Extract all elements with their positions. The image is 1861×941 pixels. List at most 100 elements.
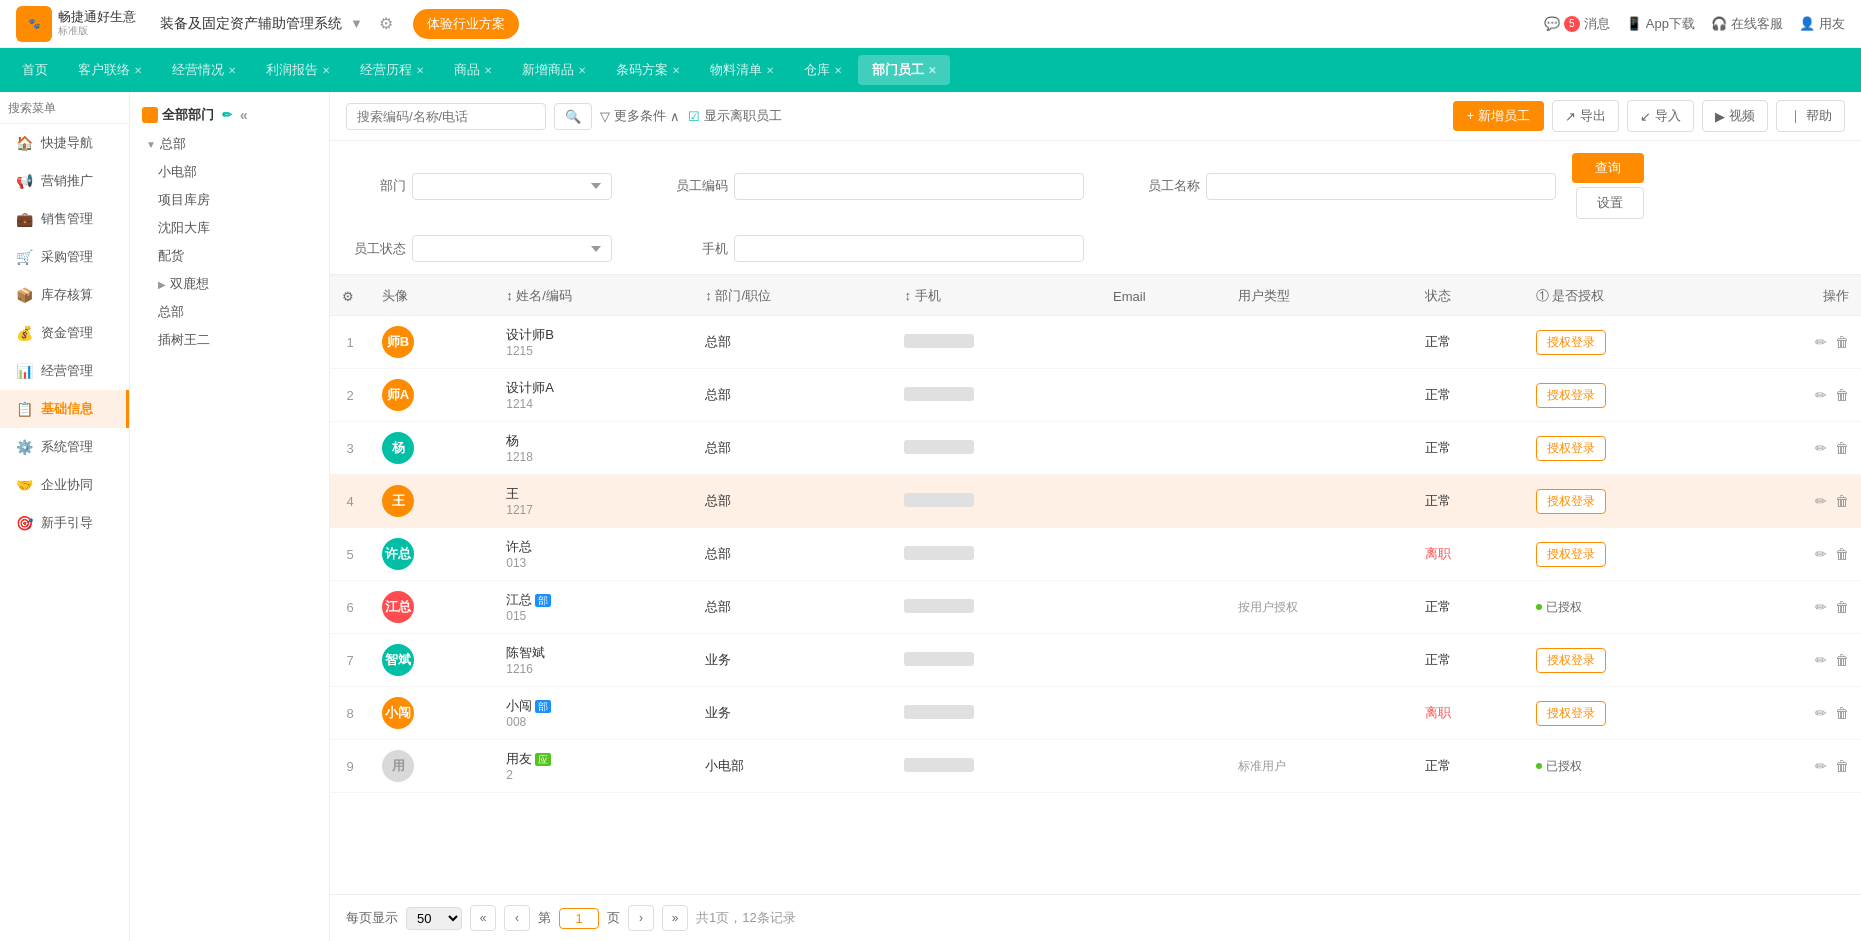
sidebar-item-inventory[interactable]: 📦 库存核算 xyxy=(0,276,129,314)
th-name[interactable]: ↕ 姓名/编码 xyxy=(494,277,693,316)
close-tab-profit[interactable]: ✕ xyxy=(322,65,330,76)
sidebar-item-guide[interactable]: 🎯 新手引导 xyxy=(0,504,129,542)
more-conditions-button[interactable]: ▽ 更多条件 ∧ xyxy=(600,107,680,125)
close-tab-barcode[interactable]: ✕ xyxy=(672,65,680,76)
tab-bom[interactable]: 物料清单✕ xyxy=(696,55,788,85)
close-tab-customer[interactable]: ✕ xyxy=(134,65,142,76)
sidebar-item-basic-info[interactable]: 📋 基础信息 xyxy=(0,390,129,428)
page-size-select[interactable]: 50 20 100 xyxy=(406,907,462,930)
sidebar-item-collab[interactable]: 🤝 企业协同 xyxy=(0,466,129,504)
th-settings[interactable]: ⚙ xyxy=(330,277,370,316)
dept-item-project[interactable]: 项目库房 xyxy=(138,186,321,214)
auth-button[interactable]: 授权登录 xyxy=(1536,436,1606,461)
tab-new-product[interactable]: 新增商品✕ xyxy=(508,55,600,85)
tab-profit[interactable]: 利润报告✕ xyxy=(252,55,344,85)
delete-button[interactable]: 🗑 xyxy=(1835,334,1849,350)
delete-button[interactable]: 🗑 xyxy=(1835,599,1849,615)
dept-filter-select[interactable] xyxy=(412,173,612,200)
edit-button[interactable]: ✏ xyxy=(1815,599,1827,615)
edit-button[interactable]: ✏ xyxy=(1815,705,1827,721)
query-button[interactable]: 查询 xyxy=(1572,153,1644,183)
edit-button[interactable]: ✏ xyxy=(1815,387,1827,403)
dept-item-chashuwang[interactable]: 插树王二 xyxy=(138,326,321,354)
sidebar-item-marketing[interactable]: 📢 营销推广 xyxy=(0,162,129,200)
sidebar-item-system[interactable]: ⚙️ 系统管理 xyxy=(0,428,129,466)
dept-item-xiaodibu[interactable]: 小电部 xyxy=(138,158,321,186)
import-button[interactable]: ↙ 导入 xyxy=(1627,100,1694,132)
close-tab-business[interactable]: ✕ xyxy=(416,65,424,76)
employee-name-input[interactable] xyxy=(1206,173,1556,200)
sidebar-search-input[interactable] xyxy=(8,101,130,115)
help-button[interactable]: ｜ 帮助 xyxy=(1776,100,1845,132)
edit-button[interactable]: ✏ xyxy=(1815,758,1827,774)
reset-button[interactable]: 设置 xyxy=(1576,187,1644,219)
close-tab-products[interactable]: ✕ xyxy=(484,65,492,76)
delete-button[interactable]: 🗑 xyxy=(1835,493,1849,509)
dept-item-distribution[interactable]: 配货 xyxy=(138,242,321,270)
user-item[interactable]: 👤 用友 xyxy=(1799,15,1845,33)
close-tab-new-product[interactable]: ✕ xyxy=(578,65,586,76)
trial-button[interactable]: 体验行业方案 xyxy=(413,9,519,39)
auth-button[interactable]: 授权登录 xyxy=(1536,648,1606,673)
tab-operations[interactable]: 经营情况✕ xyxy=(158,55,250,85)
tab-business[interactable]: 经营历程✕ xyxy=(346,55,438,85)
th-phone[interactable]: ↕ 手机 xyxy=(892,277,1101,316)
delete-button[interactable]: 🗑 xyxy=(1835,440,1849,456)
delete-button[interactable]: 🗑 xyxy=(1835,705,1849,721)
employee-code-input[interactable] xyxy=(734,173,1084,200)
auth-button[interactable]: 授权登录 xyxy=(1536,330,1606,355)
tab-products[interactable]: 商品✕ xyxy=(440,55,506,85)
tab-employees[interactable]: 部门员工✕ xyxy=(858,55,950,85)
phone-filter-input[interactable] xyxy=(734,235,1084,262)
dept-item-head[interactable]: ▼ 总部 xyxy=(138,130,321,158)
auth-button[interactable]: 授权登录 xyxy=(1536,489,1606,514)
auth-button[interactable]: 授权登录 xyxy=(1536,383,1606,408)
sidebar-item-purchase[interactable]: 🛒 采购管理 xyxy=(0,238,129,276)
status-filter-select[interactable] xyxy=(412,235,612,262)
tab-warehouse[interactable]: 仓库✕ xyxy=(790,55,856,85)
dept-item-headquarters[interactable]: 总部 xyxy=(138,298,321,326)
search-input[interactable] xyxy=(346,103,546,130)
delete-button[interactable]: 🗑 xyxy=(1835,758,1849,774)
show-departed-checkbox-label[interactable]: ☑ 显示离职员工 xyxy=(688,107,782,125)
sidebar-item-finance[interactable]: 💰 资金管理 xyxy=(0,314,129,352)
tab-home[interactable]: 首页 xyxy=(8,55,62,85)
dept-collapse-icon[interactable]: « xyxy=(240,107,248,123)
message-item[interactable]: 💬 5 消息 xyxy=(1544,15,1610,33)
sidebar-item-sales[interactable]: 💼 销售管理 xyxy=(0,200,129,238)
first-page-button[interactable]: « xyxy=(470,905,496,931)
sidebar-item-operations[interactable]: 📊 经营管理 xyxy=(0,352,129,390)
tab-customer[interactable]: 客户联络✕ xyxy=(64,55,156,85)
add-employee-button[interactable]: + 新增员工 xyxy=(1453,101,1544,131)
edit-button[interactable]: ✏ xyxy=(1815,334,1827,350)
tab-barcode[interactable]: 条码方案✕ xyxy=(602,55,694,85)
delete-button[interactable]: 🗑 xyxy=(1835,652,1849,668)
delete-button[interactable]: 🗑 xyxy=(1835,546,1849,562)
sidebar-item-quicknav[interactable]: 🏠 快捷导航 xyxy=(0,124,129,162)
export-button[interactable]: ↗ 导出 xyxy=(1552,100,1619,132)
auth-button[interactable]: 授权登录 xyxy=(1536,542,1606,567)
next-page-button[interactable]: › xyxy=(628,905,654,931)
edit-button[interactable]: ✏ xyxy=(1815,546,1827,562)
dept-edit-icon[interactable]: ✏ xyxy=(222,108,232,122)
close-tab-bom[interactable]: ✕ xyxy=(766,65,774,76)
close-tab-warehouse[interactable]: ✕ xyxy=(834,65,842,76)
close-tab-operations[interactable]: ✕ xyxy=(228,65,236,76)
auth-button[interactable]: 授权登录 xyxy=(1536,701,1606,726)
current-page-input[interactable] xyxy=(559,908,599,929)
online-service-item[interactable]: 🎧 在线客服 xyxy=(1711,15,1783,33)
delete-button[interactable]: 🗑 xyxy=(1835,387,1849,403)
prev-page-button[interactable]: ‹ xyxy=(504,905,530,931)
settings-icon[interactable]: ⚙ xyxy=(379,14,393,33)
search-button[interactable]: 🔍 xyxy=(554,103,592,130)
edit-button[interactable]: ✏ xyxy=(1815,493,1827,509)
close-tab-employees[interactable]: ✕ xyxy=(928,65,936,76)
edit-button[interactable]: ✏ xyxy=(1815,440,1827,456)
edit-button[interactable]: ✏ xyxy=(1815,652,1827,668)
dept-item-shuangluxiang[interactable]: ▶ 双鹿想 xyxy=(138,270,321,298)
last-page-button[interactable]: » xyxy=(662,905,688,931)
dept-item-shenyang[interactable]: 沈阳大库 xyxy=(138,214,321,242)
view-button[interactable]: ▶ 视频 xyxy=(1702,100,1768,132)
system-dropdown-icon[interactable]: ▼ xyxy=(350,16,363,31)
th-dept[interactable]: ↕ 部门/职位 xyxy=(693,277,892,316)
